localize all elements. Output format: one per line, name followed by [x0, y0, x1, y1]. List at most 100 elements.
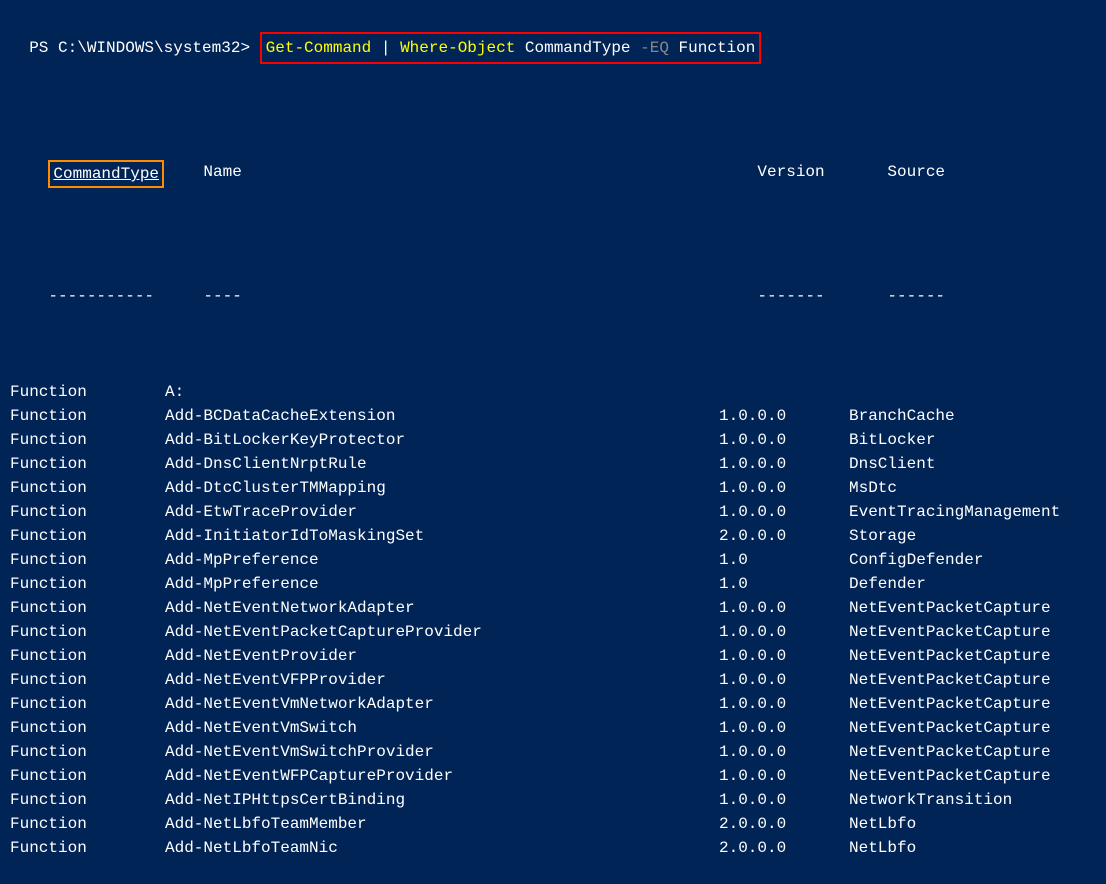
cell-commandtype: Function — [10, 404, 165, 428]
header-source: Source — [887, 160, 945, 184]
table-row: FunctionAdd-DtcClusterTMMapping1.0.0.0Ms… — [10, 476, 1096, 500]
table-row: FunctionAdd-NetEventNetworkAdapter1.0.0.… — [10, 596, 1096, 620]
table-row: FunctionAdd-EtwTraceProvider1.0.0.0Event… — [10, 500, 1096, 524]
header-name: Name — [203, 160, 757, 184]
cell-version: 2.0.0.0 — [719, 836, 849, 860]
cell-source: EventTracingManagement — [849, 500, 1060, 524]
cell-source: NetEventPacketCapture — [849, 620, 1051, 644]
cell-version: 1.0.0.0 — [719, 500, 849, 524]
prompt-prefix: PS C:\WINDOWS\system32> — [29, 39, 259, 57]
cell-name: Add-DnsClientNrptRule — [165, 452, 719, 476]
cell-commandtype: Function — [10, 572, 165, 596]
cell-commandtype: Function — [10, 764, 165, 788]
cell-source: NetEventPacketCapture — [849, 692, 1051, 716]
cell-version: 1.0 — [719, 572, 849, 596]
cell-version: 1.0.0.0 — [719, 476, 849, 500]
cell-source: NetEventPacketCapture — [849, 764, 1051, 788]
cmdlet-whereobject: Where-Object — [400, 39, 515, 57]
cell-name: Add-NetLbfoTeamNic — [165, 836, 719, 860]
prompt-line[interactable]: PS C:\WINDOWS\system32> Get-Command | Wh… — [10, 8, 1096, 64]
cell-version: 1.0.0.0 — [719, 644, 849, 668]
cell-version: 1.0.0.0 — [719, 596, 849, 620]
cell-name: Add-InitiatorIdToMaskingSet — [165, 524, 719, 548]
cell-commandtype: Function — [10, 740, 165, 764]
cell-version: 1.0.0.0 — [719, 668, 849, 692]
arg-commandtype: CommandType — [515, 39, 640, 57]
cell-name: A: — [165, 380, 719, 404]
cell-source: MsDtc — [849, 476, 897, 500]
cell-source: NetLbfo — [849, 812, 916, 836]
cell-name: Add-NetEventWFPCaptureProvider — [165, 764, 719, 788]
cell-name: Add-NetEventVmSwitch — [165, 716, 719, 740]
cell-name: Add-MpPreference — [165, 572, 719, 596]
cell-commandtype: Function — [10, 788, 165, 812]
cell-name: Add-BCDataCacheExtension — [165, 404, 719, 428]
cell-source: Defender — [849, 572, 926, 596]
header-version: Version — [757, 160, 887, 184]
cell-name: Add-NetEventVmNetworkAdapter — [165, 692, 719, 716]
cell-name: Add-NetEventVFPProvider — [165, 668, 719, 692]
table-row: FunctionAdd-NetIPHttpsCertBinding1.0.0.0… — [10, 788, 1096, 812]
cell-name: Add-DtcClusterTMMapping — [165, 476, 719, 500]
cell-source: Storage — [849, 524, 916, 548]
cell-commandtype: Function — [10, 524, 165, 548]
table-row: FunctionAdd-BitLockerKeyProtector1.0.0.0… — [10, 428, 1096, 452]
arg-function: Function — [669, 39, 755, 57]
cell-version: 1.0.0.0 — [719, 404, 849, 428]
table-row: FunctionAdd-InitiatorIdToMaskingSet2.0.0… — [10, 524, 1096, 548]
output-table: CommandTypeNameVersionSource -----------… — [10, 88, 1096, 884]
cell-version: 1.0.0.0 — [719, 788, 849, 812]
cell-version: 1.0.0.0 — [719, 740, 849, 764]
table-row: FunctionAdd-NetEventVmSwitchProvider1.0.… — [10, 740, 1096, 764]
table-row: FunctionA: — [10, 380, 1096, 404]
cell-name: Add-NetEventProvider — [165, 644, 719, 668]
operator-eq: -EQ — [640, 39, 669, 57]
cell-source: DnsClient — [849, 452, 935, 476]
cell-name: Add-BitLockerKeyProtector — [165, 428, 719, 452]
cell-version: 1.0.0.0 — [719, 428, 849, 452]
cell-commandtype: Function — [10, 620, 165, 644]
cell-name: Add-NetIPHttpsCertBinding — [165, 788, 719, 812]
cell-commandtype: Function — [10, 380, 165, 404]
table-row: FunctionAdd-NetLbfoTeamNic2.0.0.0NetLbfo — [10, 836, 1096, 860]
cell-version: 1.0.0.0 — [719, 764, 849, 788]
cell-version: 1.0.0.0 — [719, 620, 849, 644]
sep-type: ----------- — [48, 284, 203, 308]
cell-name: Add-EtwTraceProvider — [165, 500, 719, 524]
cell-commandtype: Function — [10, 428, 165, 452]
cell-source: NetEventPacketCapture — [849, 644, 1051, 668]
cell-version: 2.0.0.0 — [719, 812, 849, 836]
cell-version: 2.0.0.0 — [719, 524, 849, 548]
cell-name: Add-NetEventVmSwitchProvider — [165, 740, 719, 764]
cell-name: Add-NetEventPacketCaptureProvider — [165, 620, 719, 644]
table-separator-row: ---------------------------- — [10, 260, 1096, 332]
cell-commandtype: Function — [10, 644, 165, 668]
cell-commandtype: Function — [10, 500, 165, 524]
cell-commandtype: Function — [10, 668, 165, 692]
table-row: FunctionAdd-NetLbfoTeamMember2.0.0.0NetL… — [10, 812, 1096, 836]
table-row: FunctionAdd-NetEventVmNetworkAdapter1.0.… — [10, 692, 1096, 716]
cell-source: NetEventPacketCapture — [849, 740, 1051, 764]
table-row: FunctionAdd-NetEventVmSwitch1.0.0.0NetEv… — [10, 716, 1096, 740]
cell-commandtype: Function — [10, 812, 165, 836]
cell-source: NetEventPacketCapture — [849, 716, 1051, 740]
cmdlet-getcommand: Get-Command — [266, 39, 372, 57]
table-row: FunctionAdd-NetEventPacketCaptureProvide… — [10, 620, 1096, 644]
cell-source: ConfigDefender — [849, 548, 983, 572]
cell-version: 1.0.0.0 — [719, 692, 849, 716]
sep-name: ---- — [203, 284, 757, 308]
table-row: FunctionAdd-MpPreference1.0ConfigDefende… — [10, 548, 1096, 572]
cell-commandtype: Function — [10, 716, 165, 740]
cell-commandtype: Function — [10, 452, 165, 476]
table-header-row: CommandTypeNameVersionSource — [10, 136, 1096, 212]
cell-source: NetEventPacketCapture — [849, 596, 1051, 620]
cell-source: BranchCache — [849, 404, 955, 428]
cell-version: 1.0.0.0 — [719, 452, 849, 476]
table-row: FunctionAdd-MpPreference1.0Defender — [10, 572, 1096, 596]
table-row: FunctionAdd-BCDataCacheExtension1.0.0.0B… — [10, 404, 1096, 428]
pipe-operator: | — [371, 39, 400, 57]
cell-commandtype: Function — [10, 836, 165, 860]
cell-source: NetLbfo — [849, 836, 916, 860]
cell-source: BitLocker — [849, 428, 935, 452]
cell-version: 1.0.0.0 — [719, 716, 849, 740]
